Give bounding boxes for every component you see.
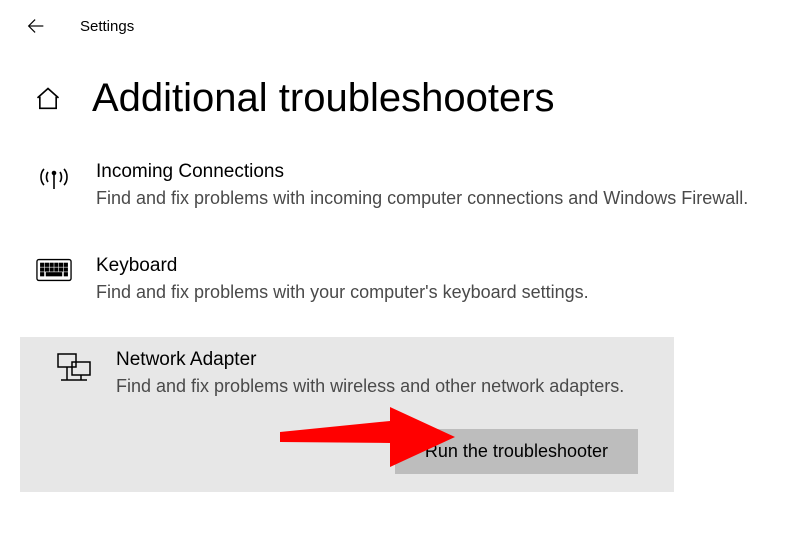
item-content: Incoming Connections Find and fix proble… bbox=[96, 161, 758, 211]
broadcast-icon bbox=[36, 161, 72, 193]
page-header: Additional troubleshooters bbox=[0, 52, 794, 149]
item-title: Incoming Connections bbox=[96, 161, 758, 183]
item-title: Network Adapter bbox=[116, 349, 638, 371]
home-icon bbox=[34, 85, 62, 113]
item-description: Find and fix problems with incoming comp… bbox=[96, 185, 758, 211]
top-bar: Settings bbox=[0, 0, 794, 52]
troubleshooter-item-keyboard[interactable]: Keyboard Find and fix problems with your… bbox=[0, 243, 794, 317]
run-troubleshooter-button[interactable]: Run the troubleshooter bbox=[395, 429, 638, 474]
troubleshooter-item-incoming-connections[interactable]: Incoming Connections Find and fix proble… bbox=[0, 149, 794, 223]
item-content: Keyboard Find and fix problems with your… bbox=[96, 255, 758, 305]
app-title: Settings bbox=[80, 18, 134, 35]
network-adapter-icon bbox=[56, 349, 92, 385]
item-description: Find and fix problems with wireless and … bbox=[116, 373, 638, 399]
troubleshooter-list: Incoming Connections Find and fix proble… bbox=[0, 149, 794, 492]
selected-item-actions: Run the troubleshooter bbox=[20, 401, 674, 492]
home-button[interactable] bbox=[32, 83, 64, 115]
arrow-left-icon bbox=[25, 15, 47, 37]
troubleshooter-item-network-adapter[interactable]: Network Adapter Find and fix problems wi… bbox=[20, 337, 674, 401]
back-button[interactable] bbox=[24, 14, 48, 38]
item-description: Find and fix problems with your computer… bbox=[96, 279, 758, 305]
item-content: Network Adapter Find and fix problems wi… bbox=[116, 349, 638, 399]
item-title: Keyboard bbox=[96, 255, 758, 277]
keyboard-icon bbox=[36, 255, 72, 283]
page-title: Additional troubleshooters bbox=[92, 76, 555, 121]
